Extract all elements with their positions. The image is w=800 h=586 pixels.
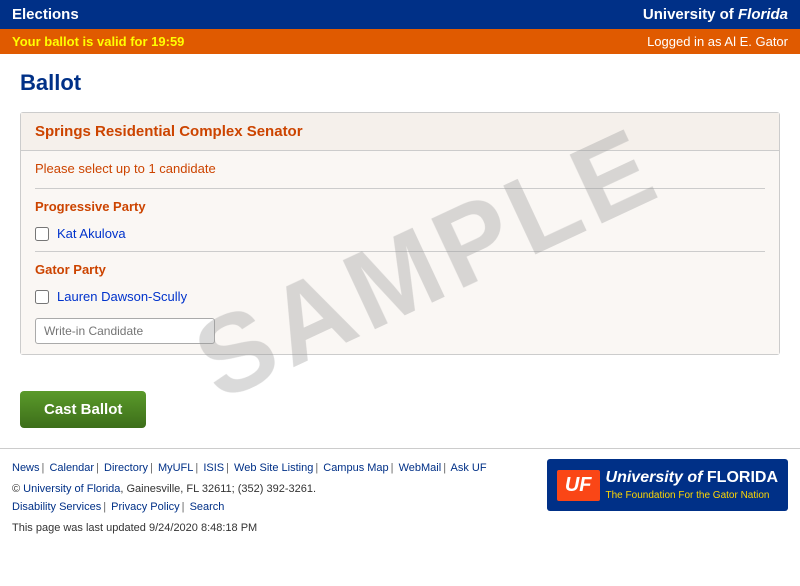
party-section-progressive: Progressive Party Kat Akulova — [35, 188, 765, 243]
candidate-checkbox-kat[interactable] — [35, 227, 49, 241]
footer-link-privacy[interactable]: Privacy Policy — [111, 501, 179, 513]
uf-logo-text: University of FLORIDA The Foundation For… — [606, 467, 778, 503]
uf-name: University of FLORIDA — [606, 467, 778, 489]
uf-tagline: The Foundation For the Gator Nation — [606, 489, 778, 503]
party-name-progressive: Progressive Party — [35, 195, 765, 218]
cast-ballot-button[interactable]: Cast Ballot — [20, 391, 146, 428]
footer: News| Calendar| Directory| MyUFL| ISIS| … — [0, 448, 800, 548]
logged-in-status: Logged in as Al E. Gator — [647, 34, 788, 49]
ballot-bar: Your ballot is valid for 19:59 Logged in… — [0, 29, 800, 54]
party-divider-2 — [35, 251, 765, 252]
main-content: Ballot Springs Residential Complex Senat… — [0, 54, 800, 371]
ballot-validity: Your ballot is valid for 19:59 — [12, 34, 184, 49]
ballot-card: Springs Residential Complex Senator Plea… — [20, 112, 780, 355]
page-title: Ballot — [20, 70, 780, 96]
uf-badge: UF — [557, 470, 600, 501]
footer-link-calendar[interactable]: Calendar — [49, 462, 94, 474]
footer-link-askuf[interactable]: Ask UF — [451, 462, 487, 474]
footer-link-disability[interactable]: Disability Services — [12, 501, 101, 513]
footer-link-websitelisting[interactable]: Web Site Listing — [234, 462, 313, 474]
university-name: University of Florida — [643, 6, 788, 23]
candidate-name-kat: Kat Akulova — [57, 226, 126, 241]
footer-address: © University of Florida, Gainesville, FL… — [12, 480, 487, 499]
footer-left: News| Calendar| Directory| MyUFL| ISIS| … — [12, 459, 487, 538]
party-divider-1 — [35, 188, 765, 189]
footer-uf-link[interactable]: University of Florida — [23, 483, 120, 495]
ballot-card-body: Please select up to 1 candidate Progress… — [21, 151, 779, 354]
footer-link-webmail[interactable]: WebMail — [399, 462, 442, 474]
footer-links: Disability Services| Privacy Policy| Sea… — [12, 498, 487, 517]
select-instruction: Please select up to 1 candidate — [35, 161, 765, 176]
ballot-card-header: Springs Residential Complex Senator — [21, 113, 779, 151]
candidate-name-lauren: Lauren Dawson-Scully — [57, 289, 187, 304]
race-title: Springs Residential Complex Senator — [35, 123, 765, 140]
footer-link-search[interactable]: Search — [190, 501, 225, 513]
footer-link-directory[interactable]: Directory — [104, 462, 148, 474]
top-header: Elections University of Florida — [0, 0, 800, 29]
footer-link-news[interactable]: News — [12, 462, 40, 474]
footer-nav: News| Calendar| Directory| MyUFL| ISIS| … — [12, 459, 487, 478]
footer-link-myufl[interactable]: MyUFL — [158, 462, 193, 474]
party-section-gator: Gator Party Lauren Dawson-Scully — [35, 251, 765, 306]
candidate-checkbox-lauren[interactable] — [35, 290, 49, 304]
party-name-gator: Gator Party — [35, 258, 765, 281]
footer-link-campusmap[interactable]: Campus Map — [323, 462, 388, 474]
footer-link-isis[interactable]: ISIS — [203, 462, 224, 474]
uf-logo: UF University of FLORIDA The Foundation … — [547, 459, 788, 511]
app-title: Elections — [12, 6, 79, 23]
candidate-row-kat: Kat Akulova — [35, 224, 765, 243]
footer-last-updated: This page was last updated 9/24/2020 8:4… — [12, 519, 487, 538]
write-in-input[interactable] — [35, 318, 215, 344]
candidate-row-lauren: Lauren Dawson-Scully — [35, 287, 765, 306]
